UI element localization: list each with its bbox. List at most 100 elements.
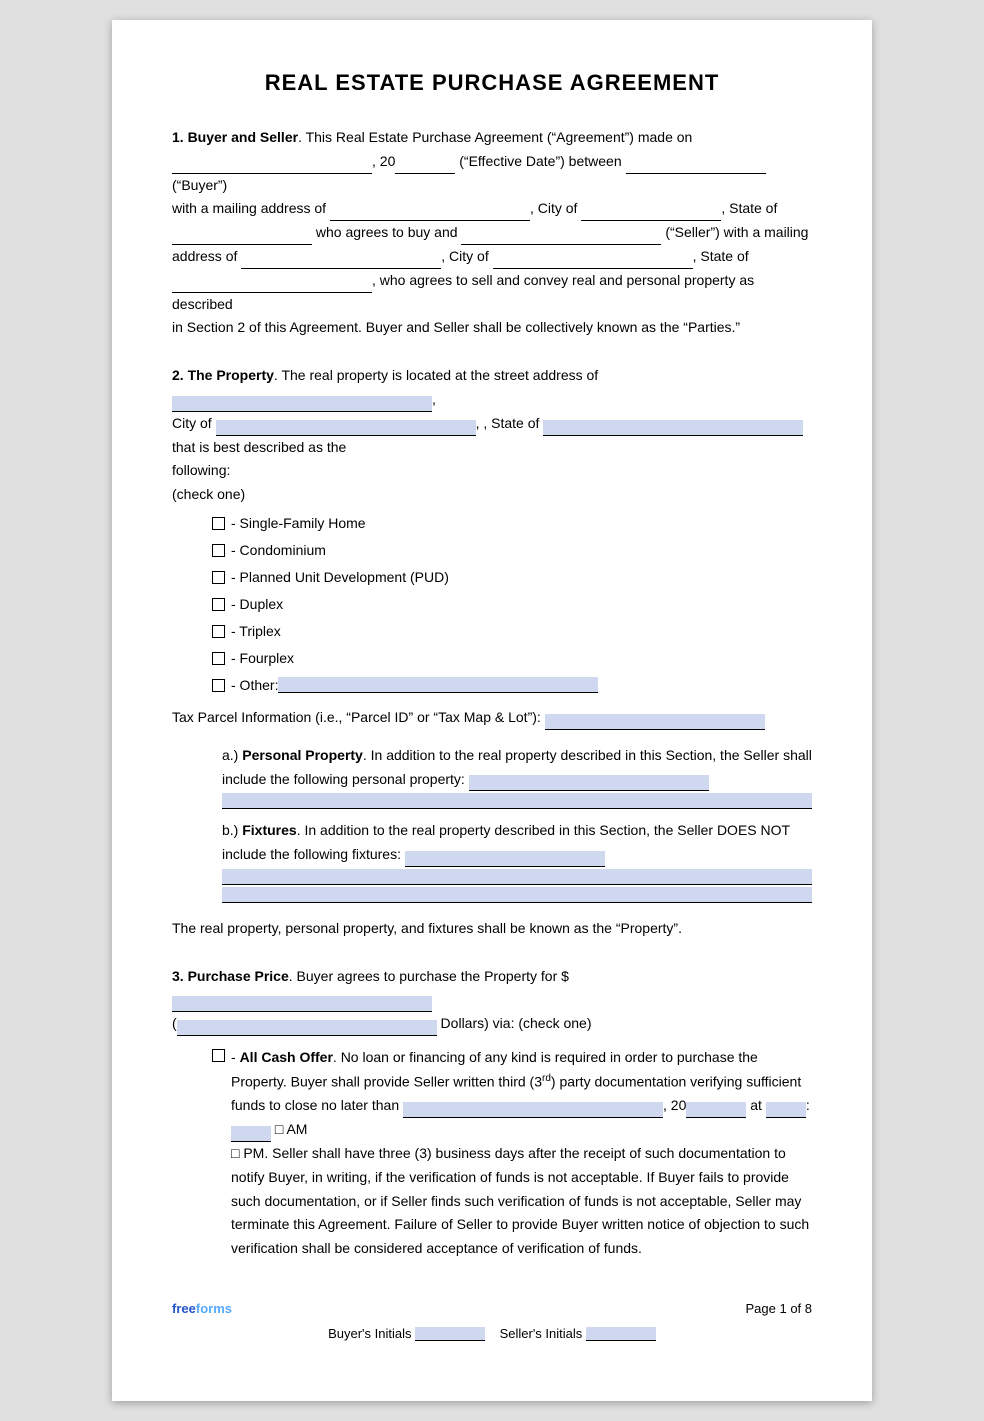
section-2-text5: that is best described as the [172, 439, 346, 455]
brand-forms: forms [196, 1301, 232, 1316]
option-duplex: - Duplex [212, 594, 812, 615]
section-1-text10: address of [172, 248, 237, 264]
seller-address-field[interactable] [241, 253, 441, 269]
section-3: 3. Purchase Price. Buyer agrees to purch… [172, 965, 812, 1261]
checkbox-single-family[interactable] [212, 517, 225, 530]
section-3-heading: 3. Purchase Price [172, 968, 289, 984]
buyers-initials-field[interactable] [415, 1327, 485, 1341]
effective-date-field[interactable] [172, 158, 372, 174]
brand-logo: freeforms [172, 1301, 232, 1316]
cash-offer-option: - All Cash Offer. No loan or financing o… [212, 1046, 812, 1261]
funds-year-field[interactable] [686, 1102, 746, 1118]
property-closing-text: The real property, personal property, an… [172, 917, 812, 941]
checkbox-condominium[interactable] [212, 544, 225, 557]
cash-offer-colon: : [806, 1097, 810, 1113]
section-1-text4: (“Buyer”) [172, 177, 227, 193]
checkbox-triplex[interactable] [212, 625, 225, 638]
cash-offer-dash: - [231, 1049, 240, 1065]
seller-state-field[interactable] [172, 277, 372, 293]
section-3-text1: . Buyer agrees to purchase the Property … [289, 968, 569, 984]
label-condominium: - Condominium [231, 540, 326, 561]
property-state-field[interactable] [543, 420, 803, 436]
section-1: 1. Buyer and Seller. This Real Estate Pu… [172, 126, 812, 340]
sellers-initials-field[interactable] [586, 1327, 656, 1341]
other-field[interactable] [278, 677, 598, 693]
personal-property-field-1[interactable] [469, 775, 709, 791]
section-1-text12: , State of [693, 248, 749, 264]
buyer-state-field[interactable] [172, 229, 312, 245]
cash-offer-am[interactable]: □ AM [275, 1121, 308, 1137]
initials-bar: Buyer's Initials Seller's Initials [172, 1326, 812, 1341]
document-title: REAL ESTATE PURCHASE AGREEMENT [172, 70, 812, 96]
checkbox-cash-offer[interactable] [212, 1049, 225, 1062]
sub-a-bold: Personal Property [242, 747, 363, 763]
superscript-rd: rd [542, 1073, 551, 1084]
seller-name-field[interactable] [461, 229, 661, 245]
document-page: REAL ESTATE PURCHASE AGREEMENT 1. Buyer … [112, 20, 872, 1401]
buyers-initials-label: Buyer's Initials [328, 1326, 411, 1341]
sub-section-b: b.) Fixtures. In addition to the real pr… [222, 819, 812, 903]
option-condominium: - Condominium [212, 540, 812, 561]
buyer-address-field[interactable] [330, 205, 530, 221]
sub-b-heading: b.) [222, 822, 242, 838]
property-type-list: - Single-Family Home - Condominium - Pla… [212, 513, 812, 696]
cash-offer-text: - All Cash Offer. No loan or financing o… [231, 1046, 812, 1261]
section-1-text8: who agrees to buy and [316, 224, 458, 240]
funds-minute-field[interactable] [231, 1126, 271, 1142]
checkbox-duplex[interactable] [212, 598, 225, 611]
section-1-text14: in Section 2 of this Agreement. Buyer an… [172, 319, 740, 335]
fixtures-field-1[interactable] [405, 851, 605, 867]
checkbox-fourplex[interactable] [212, 652, 225, 665]
brand-free: free [172, 1301, 196, 1316]
checkbox-pud[interactable] [212, 571, 225, 584]
cash-offer-pm[interactable]: □ PM [231, 1145, 264, 1161]
label-triplex: - Triplex [231, 621, 281, 642]
option-pud: - Planned Unit Development (PUD) [212, 567, 812, 588]
funds-hour-field[interactable] [766, 1102, 806, 1118]
fixtures-field-2[interactable] [222, 869, 812, 885]
funds-date-field[interactable] [403, 1102, 663, 1118]
tax-parcel-field[interactable] [545, 714, 765, 730]
section-2-text1: . The real property is located at the st… [274, 367, 598, 383]
option-other: - Other: [212, 675, 812, 696]
purchase-price-words-field[interactable] [177, 1020, 437, 1036]
document-footer: freeforms Page 1 of 8 [172, 1301, 812, 1316]
section-2-text2: , [432, 391, 436, 407]
personal-property-field-2[interactable] [222, 793, 812, 809]
section-3-text3: Dollars) via: (check one) [437, 1015, 592, 1031]
section-1-text9: (“Seller”) with a mailing [661, 224, 808, 240]
label-duplex: - Duplex [231, 594, 283, 615]
cash-offer-bold: All Cash Offer [240, 1049, 333, 1065]
cash-offer-row: - All Cash Offer. No loan or financing o… [212, 1046, 812, 1261]
section-2-check-one: (check one) [172, 486, 245, 502]
buyer-city-field[interactable] [581, 205, 721, 221]
fixtures-field-3[interactable] [222, 887, 812, 903]
checkbox-other[interactable] [212, 679, 225, 692]
tax-parcel-row: Tax Parcel Information (i.e., “Parcel ID… [172, 706, 812, 730]
property-address-field[interactable] [172, 396, 432, 412]
section-2-text3: City of [172, 415, 212, 431]
section-1-text2: , 20 [372, 153, 395, 169]
section-1-text7: , State of [721, 200, 777, 216]
tax-parcel-label: Tax Parcel Information (i.e., “Parcel ID… [172, 709, 541, 725]
cash-offer-text3: , 20 [663, 1097, 686, 1113]
purchase-price-field[interactable] [172, 996, 432, 1012]
section-2-text4: , State of [483, 415, 539, 431]
label-single-family: - Single-Family Home [231, 513, 366, 534]
option-fourplex: - Fourplex [212, 648, 812, 669]
year-field[interactable] [395, 158, 455, 174]
label-pud: - Planned Unit Development (PUD) [231, 567, 449, 588]
sellers-initials-label: Seller's Initials [500, 1326, 583, 1341]
seller-city-field[interactable] [493, 253, 693, 269]
buyer-name-field[interactable] [626, 158, 766, 174]
property-city-field[interactable] [216, 420, 476, 436]
section-1-text1: . This Real Estate Purchase Agreement (“… [298, 129, 692, 145]
section-2-text6: following: [172, 462, 230, 478]
option-triplex: - Triplex [212, 621, 812, 642]
option-single-family: - Single-Family Home [212, 513, 812, 534]
section-2: 2. The Property. The real property is lo… [172, 364, 812, 941]
section-1-text3: (“Effective Date”) between [455, 153, 621, 169]
cash-offer-text4: at [746, 1097, 762, 1113]
label-other: - Other: [231, 675, 278, 696]
label-fourplex: - Fourplex [231, 648, 294, 669]
